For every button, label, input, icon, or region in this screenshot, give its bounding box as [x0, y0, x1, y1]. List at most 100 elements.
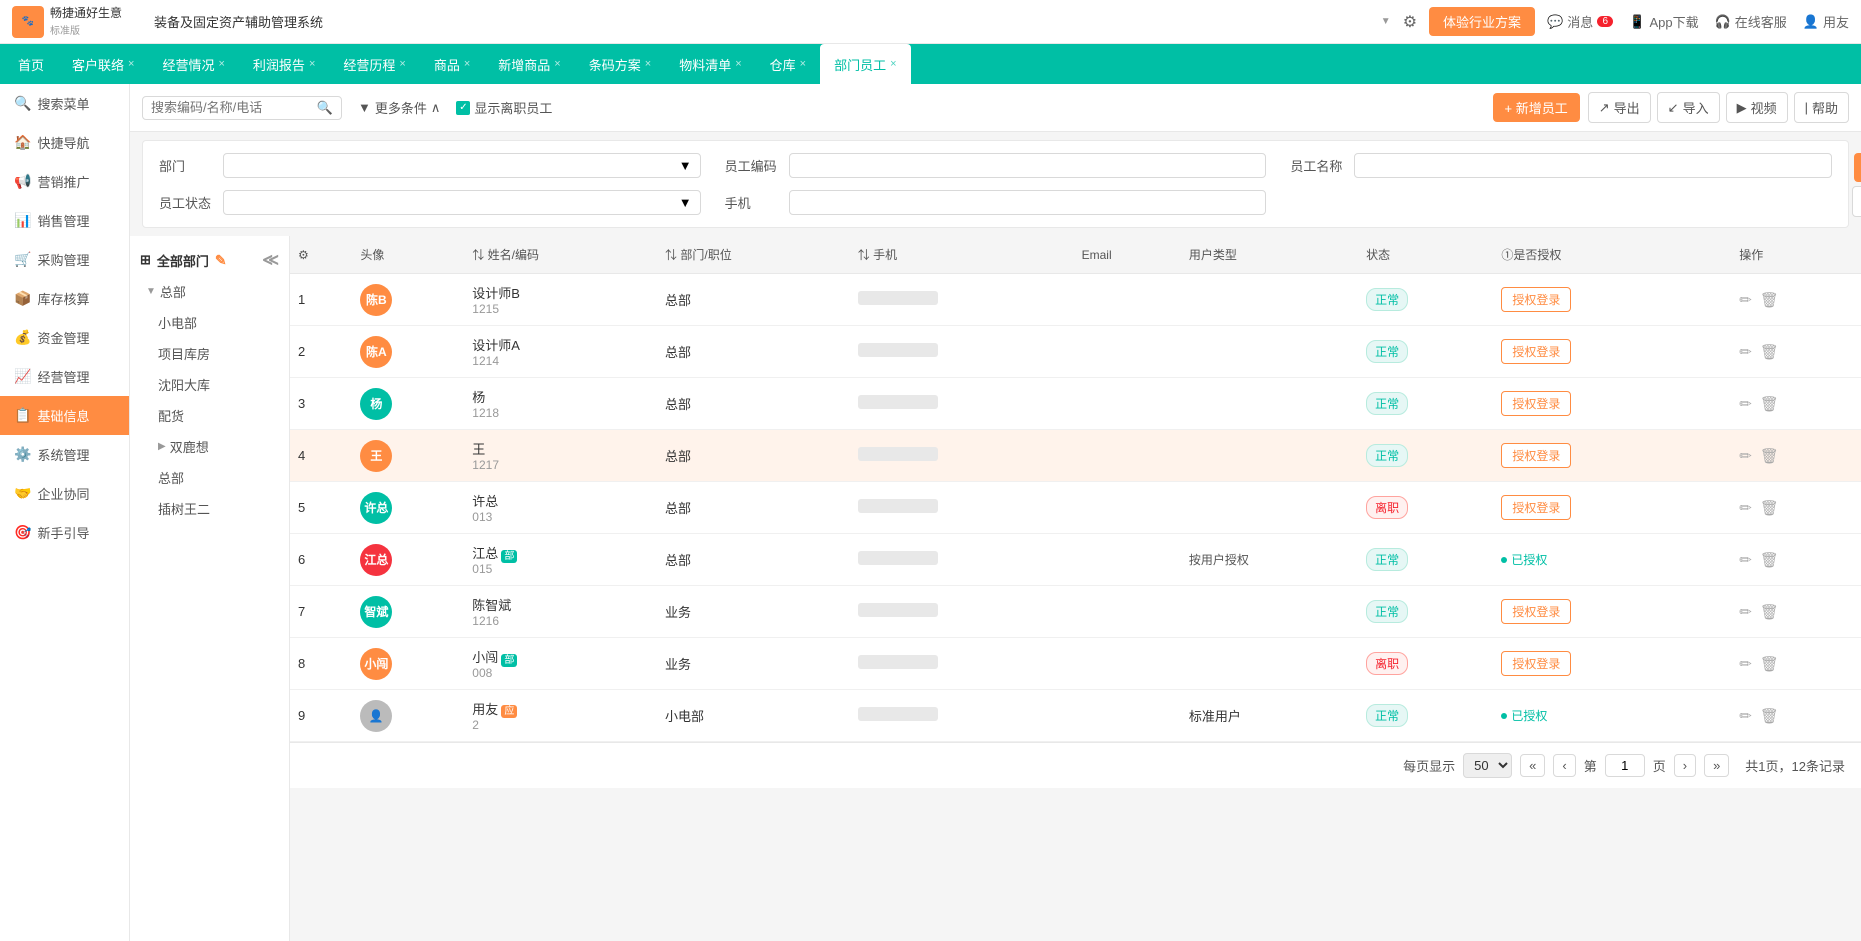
search-icon[interactable]: 🔍 — [317, 100, 333, 116]
page-number-input[interactable] — [1605, 754, 1645, 777]
export-button[interactable]: ↗ 导出 — [1588, 92, 1651, 123]
sidebar-item-search[interactable]: 🔍搜索菜单 — [0, 84, 129, 123]
edit-icon[interactable]: ✏ — [1739, 551, 1752, 569]
tab-bom[interactable]: 物料清单× — [665, 44, 755, 84]
edit-icon[interactable]: ✏ — [1739, 655, 1752, 673]
try-btn[interactable]: 体验行业方案 — [1429, 7, 1535, 36]
sidebar-item-nav[interactable]: 🏠快捷导航 — [0, 123, 129, 162]
delete-icon[interactable]: 🗑 — [1760, 291, 1779, 309]
tab-barcode[interactable]: 条码方案× — [575, 44, 665, 84]
edit-icon[interactable]: ✏ — [1739, 395, 1752, 413]
show-resigned-checkbox[interactable]: ✓ 显示离职员工 — [456, 98, 552, 117]
close-icon[interactable]: × — [735, 58, 741, 70]
sidebar-item-management[interactable]: 📈经营管理 — [0, 357, 129, 396]
sidebar-item-purchase[interactable]: 🛒采购管理 — [0, 240, 129, 279]
tab-employees[interactable]: 部门员工× — [820, 44, 910, 84]
close-icon[interactable]: × — [890, 58, 896, 70]
close-icon[interactable]: × — [464, 58, 470, 70]
sidebar-item-inventory[interactable]: 📦库存核算 — [0, 279, 129, 318]
dept-select[interactable]: ▼ — [223, 153, 701, 178]
edit-icon[interactable]: ✏ — [1739, 603, 1752, 621]
sidebar-item-system[interactable]: ⚙️系统管理 — [0, 435, 129, 474]
last-page-btn[interactable]: » — [1704, 754, 1729, 777]
edit-icon[interactable]: ✏ — [1739, 343, 1752, 361]
query-button[interactable]: 查询 — [1854, 153, 1861, 182]
dept-edit-icon[interactable]: ✎ — [215, 252, 227, 269]
emp-status-select[interactable]: ▼ — [223, 190, 701, 215]
auth-login-button[interactable]: 授权登录 — [1501, 339, 1571, 364]
close-icon[interactable]: × — [645, 58, 651, 70]
delete-icon[interactable]: 🗑 — [1760, 499, 1779, 517]
search-input[interactable] — [151, 100, 313, 115]
dept-node-xiangmuku[interactable]: 项目库房 — [130, 338, 289, 369]
collapse-icon[interactable]: ≪ — [262, 250, 279, 270]
auth-login-button[interactable]: 授权登录 — [1501, 599, 1571, 624]
delete-icon[interactable]: 🗑 — [1760, 655, 1779, 673]
close-icon[interactable]: × — [309, 58, 315, 70]
auth-login-button[interactable]: 授权登录 — [1501, 495, 1571, 520]
dept-node-shuanglu[interactable]: ▶ 双鹿想 — [130, 431, 289, 462]
dept-node-zongbu[interactable]: ▼ 总部 — [130, 276, 289, 307]
emp-code-input[interactable] — [789, 153, 1267, 178]
th-settings[interactable]: ⚙ — [290, 236, 352, 274]
dept-node-shenyang[interactable]: 沈阳大库 — [130, 369, 289, 400]
close-icon[interactable]: × — [218, 58, 224, 70]
dept-node-chashuwang[interactable]: 插树王二 — [130, 493, 289, 524]
sidebar-item-guide[interactable]: 🎯新手引导 — [0, 513, 129, 552]
first-page-btn[interactable]: « — [1520, 754, 1545, 777]
app-download-btn[interactable]: 📱 App下载 — [1629, 12, 1698, 31]
import-button[interactable]: ↙ 导入 — [1657, 92, 1720, 123]
delete-icon[interactable]: 🗑 — [1760, 707, 1779, 725]
tab-new-goods[interactable]: 新增商品× — [484, 44, 574, 84]
sidebar-item-basic[interactable]: 📋基础信息 — [0, 396, 129, 435]
per-page-select[interactable]: 50 — [1463, 753, 1512, 778]
delete-icon[interactable]: 🗑 — [1760, 395, 1779, 413]
emp-name-input[interactable] — [1354, 153, 1832, 178]
delete-icon[interactable]: 🗑 — [1760, 447, 1779, 465]
prev-page-btn[interactable]: ‹ — [1553, 754, 1575, 777]
tab-profit[interactable]: 利润报告× — [239, 44, 329, 84]
close-icon[interactable]: × — [554, 58, 560, 70]
service-btn[interactable]: 🎧 在线客服 — [1715, 12, 1787, 31]
auth-login-button[interactable]: 授权登录 — [1501, 651, 1571, 676]
dept-node-zongbu2[interactable]: 总部 — [130, 462, 289, 493]
phone-input[interactable] — [789, 190, 1267, 215]
close-icon[interactable]: × — [128, 58, 134, 70]
dept-node-xiaodibu[interactable]: 小电部 — [130, 307, 289, 338]
delete-icon[interactable]: 🗑 — [1760, 343, 1779, 361]
auth-login-button[interactable]: 授权登录 — [1501, 287, 1571, 312]
delete-icon[interactable]: 🗑 — [1760, 551, 1779, 569]
set-button[interactable]: 设置 — [1852, 186, 1861, 217]
tab-operation[interactable]: 经营情况× — [148, 44, 238, 84]
tab-home[interactable]: 首页 — [4, 44, 58, 84]
th-phone[interactable]: ⇅ 手机 — [850, 236, 1074, 274]
close-icon[interactable]: × — [399, 58, 405, 70]
edit-icon[interactable]: ✏ — [1739, 447, 1752, 465]
sidebar-item-sales[interactable]: 📊销售管理 — [0, 201, 129, 240]
gear-icon[interactable]: ⚙ — [1403, 12, 1417, 32]
tab-history[interactable]: 经营历程× — [329, 44, 419, 84]
msg-btn[interactable]: 💬 消息 6 — [1547, 12, 1613, 31]
user-btn[interactable]: 👤 用友 — [1803, 12, 1849, 31]
delete-icon[interactable]: 🗑 — [1760, 603, 1779, 621]
tab-warehouse[interactable]: 仓库× — [756, 44, 820, 84]
th-name-code[interactable]: ⇅ 姓名/编码 — [464, 236, 657, 274]
sys-title-dropdown[interactable]: ▼ — [1381, 16, 1391, 27]
tab-goods[interactable]: 商品× — [420, 44, 484, 84]
add-employee-button[interactable]: + 新增员工 — [1493, 93, 1580, 122]
next-page-btn[interactable]: › — [1674, 754, 1696, 777]
close-icon[interactable]: × — [800, 58, 806, 70]
sidebar-item-finance[interactable]: 💰资金管理 — [0, 318, 129, 357]
th-dept-position[interactable]: ⇅ 部门/职位 — [657, 236, 850, 274]
help-button[interactable]: | 帮助 — [1794, 92, 1849, 123]
edit-icon[interactable]: ✏ — [1739, 707, 1752, 725]
tab-customer[interactable]: 客户联络× — [58, 44, 148, 84]
auth-login-button[interactable]: 授权登录 — [1501, 443, 1571, 468]
more-filter-btn[interactable]: ▼ 更多条件 ∧ — [350, 94, 448, 121]
sidebar-item-collab[interactable]: 🤝企业协同 — [0, 474, 129, 513]
auth-login-button[interactable]: 授权登录 — [1501, 391, 1571, 416]
sidebar-item-marketing[interactable]: 📢营销推广 — [0, 162, 129, 201]
edit-icon[interactable]: ✏ — [1739, 291, 1752, 309]
view-button[interactable]: ▶ 视频 — [1726, 92, 1788, 123]
edit-icon[interactable]: ✏ — [1739, 499, 1752, 517]
